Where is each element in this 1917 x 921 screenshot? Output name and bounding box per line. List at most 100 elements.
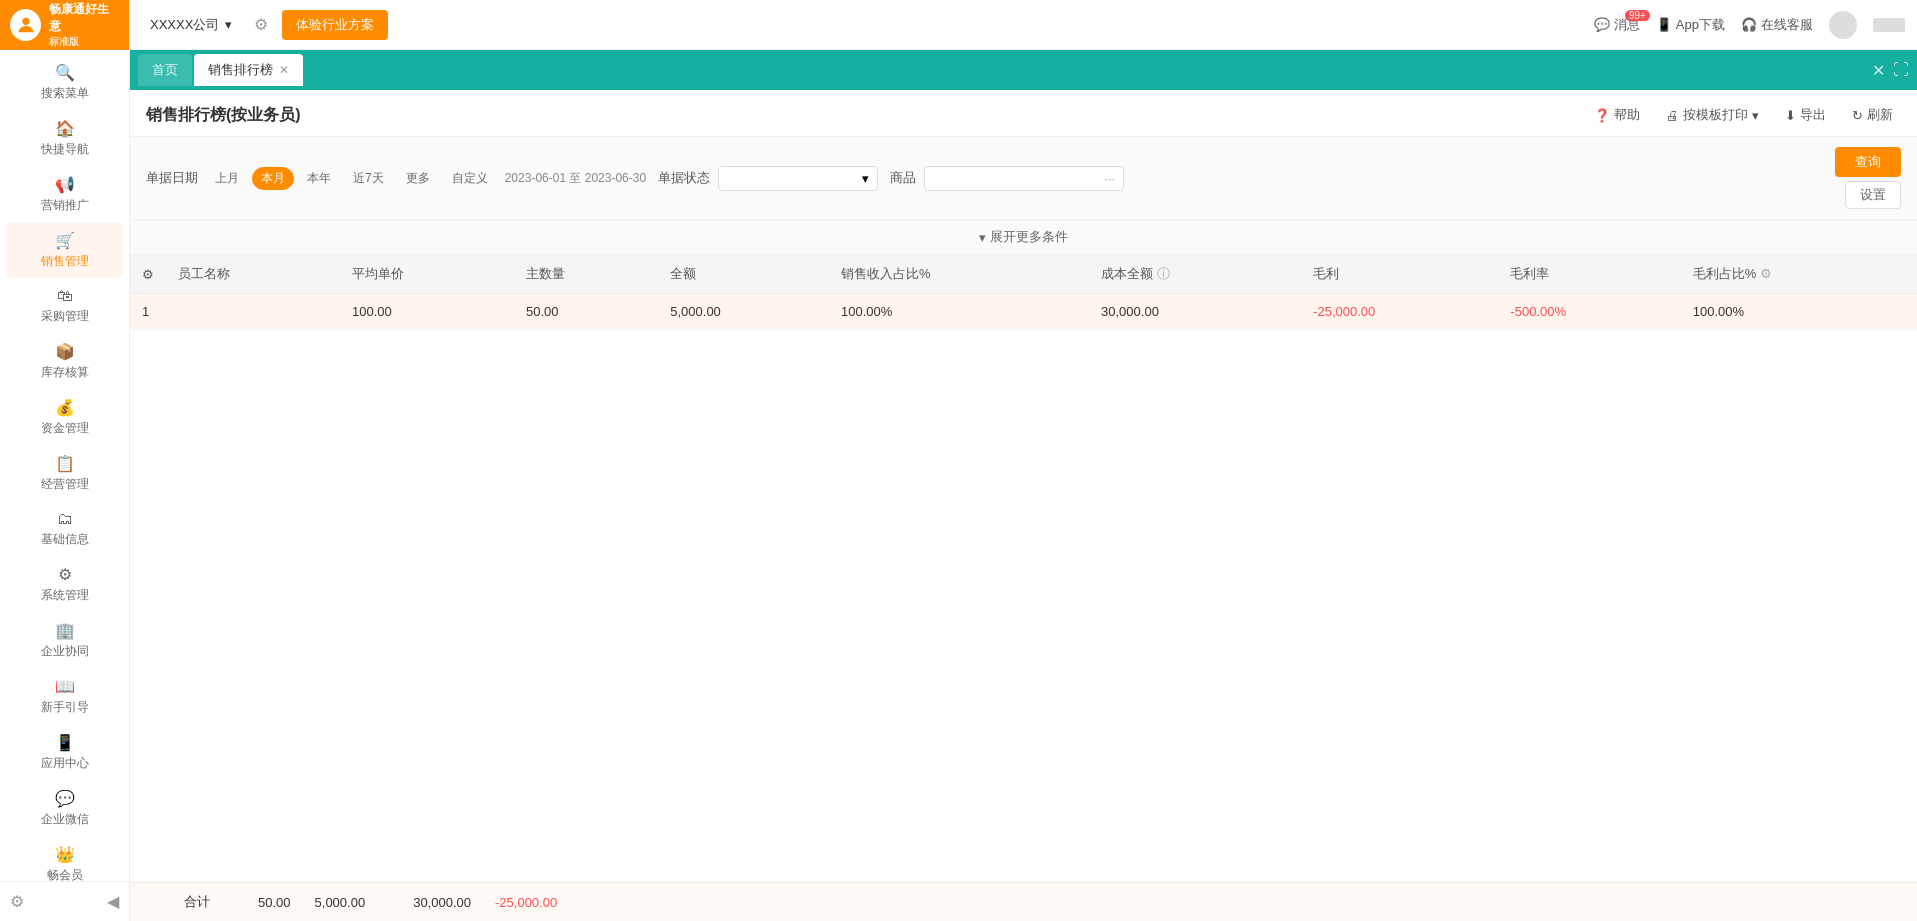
enterprise-icon: 🏢 [55,621,75,640]
pill-current-month[interactable]: 本月 [252,167,294,190]
sidebar-footer: ⚙ ◀ [0,881,129,921]
chevron-down-icon: ▾ [225,17,232,32]
sales-icon: 🛒 [55,231,75,250]
status-filter-group: 单据状态 ▾ [658,166,878,191]
sidebar-item-enterprise[interactable]: 🏢 企业协同 [6,613,123,668]
tab-sales-ranking[interactable]: 销售排行榜 ✕ [194,54,303,86]
topbar-right: 💬 消息 99+ 📱 App下载 🎧 在线客服 [1594,11,1905,39]
date-filter-group: 单据日期 上月 本月 本年 近7天 更多 自定义 2023-06-01 至 20… [146,167,646,190]
company-selector[interactable]: XXXXX公司 ▾ [142,12,240,38]
messages-btn[interactable]: 💬 消息 99+ [1594,16,1640,34]
apps-icon: 📱 [55,733,75,752]
col-profit-rate: 毛利率 [1498,255,1680,294]
company-name: XXXXX公司 [150,16,219,34]
sidebar-item-sales[interactable]: 🛒 销售管理 [6,223,123,278]
online-service-btn[interactable]: 🎧 在线客服 [1741,16,1813,34]
tab-close-btn[interactable]: ✕ [279,63,289,77]
tab-fullscreen-btn[interactable]: ⛶ [1893,61,1909,80]
cell-profit: -25,000.00 [1301,294,1498,330]
print-btn[interactable]: 🖨 按模板打印 ▾ [1658,102,1767,128]
col-cost: 成本全额 ⓘ [1089,255,1301,294]
col-amount: 全额 [658,255,829,294]
refresh-btn[interactable]: ↻ 刷新 [1844,102,1901,128]
tabbar: 首页 销售排行榜 ✕ ✕ ⛶ [130,50,1917,90]
goods-input[interactable]: ··· [924,166,1124,191]
sidebar-item-label: 营销推广 [41,197,89,214]
topbar: XXXXX公司 ▾ ⚙ 体验行业方案 💬 消息 99+ 📱 App下载 🎧 在线… [130,0,1917,50]
purchase-icon: 🛍 [57,287,73,305]
footer-label: 合计 [172,893,222,911]
message-badge: 99+ [1625,10,1650,21]
sidebar-collapse-btn[interactable]: ◀ [107,892,119,911]
cost-info-icon[interactable]: ⓘ [1157,266,1170,281]
app-download-btn[interactable]: 📱 App下载 [1656,16,1725,34]
col-sales-pct: 销售收入占比% [829,255,1089,294]
page-actions: ❓ 帮助 🖨 按模板打印 ▾ ⬇ 导出 ↻ 刷新 [1586,102,1901,128]
tab-home[interactable]: 首页 [138,54,192,86]
col-quantity: 主数量 [514,255,658,294]
sidebar-item-search[interactable]: 🔍 搜索菜单 [6,55,123,110]
cell-sales-pct: 100.00% [829,294,1089,330]
user-avatar[interactable] [1829,11,1857,39]
sidebar-item-label: 快捷导航 [41,141,89,158]
cell-profit-rate: -500.00% [1498,294,1680,330]
filter-settings-button[interactable]: 设置 [1845,181,1901,209]
sidebar-item-member[interactable]: 👑 畅会员 [6,837,123,881]
sidebar-item-label: 资金管理 [41,420,89,437]
sidebar-item-guide[interactable]: 📖 新手引导 [6,669,123,724]
guide-icon: 📖 [55,677,75,696]
col-avg-price: 平均单价 [340,255,514,294]
main-area: XXXXX公司 ▾ ⚙ 体验行业方案 💬 消息 99+ 📱 App下载 🎧 在线… [130,0,1917,921]
sidebar-item-system[interactable]: ⚙ 系统管理 [6,557,123,612]
sidebar-item-apps[interactable]: 📱 应用中心 [6,725,123,780]
sidebar-item-shortcut[interactable]: 🏠 快捷导航 [6,111,123,166]
expand-conditions-btn[interactable]: ▾ 展开更多条件 [969,224,1078,250]
footer-amount: 5,000.00 [303,895,378,910]
pill-last-month[interactable]: 上月 [206,167,248,190]
tab-close-all-btn[interactable]: ✕ [1872,61,1885,80]
sidebar: 畅康通好生意 标准版 🔍 搜索菜单 🏠 快捷导航 📢 营销推广 🛒 销售管理 🛍… [0,0,130,921]
print-chevron-icon: ▾ [1752,108,1759,123]
help-btn[interactable]: ❓ 帮助 [1586,102,1648,128]
status-chevron-icon: ▾ [862,171,869,186]
profit-pct-info-icon[interactable]: ⚙ [1760,266,1772,281]
sidebar-item-label: 销售管理 [41,253,89,270]
pill-more[interactable]: 更多 [397,167,439,190]
topbar-gear-btn[interactable]: ⚙ [250,11,272,38]
download-icon: 📱 [1656,17,1672,32]
sidebar-item-wechat[interactable]: 💬 企业微信 [6,781,123,836]
trial-button[interactable]: 体验行业方案 [282,10,388,40]
status-select[interactable]: ▾ [718,166,878,191]
cell-rank: 1 [130,294,166,330]
footer-cost: 30,000.00 [401,895,483,910]
message-icon: 💬 [1594,17,1610,32]
date-filter-pills: 上月 本月 本年 近7天 更多 自定义 [206,167,497,190]
cell-amount: 5,000.00 [658,294,829,330]
operations-icon: 📋 [55,454,75,473]
query-button[interactable]: 查询 [1835,147,1901,177]
export-label: 导出 [1800,106,1826,124]
chevron-down-expand-icon: ▾ [979,230,986,245]
app-download-label: App下载 [1676,16,1725,34]
filter-bar: 单据日期 上月 本月 本年 近7天 更多 自定义 2023-06-01 至 20… [130,137,1917,220]
sidebar-item-operations[interactable]: 📋 经营管理 [6,446,123,501]
sidebar-item-purchase[interactable]: 🛍 采购管理 [6,279,123,333]
pill-7days[interactable]: 近7天 [344,167,393,190]
sidebar-item-basic[interactable]: 🗂 基础信息 [6,502,123,556]
cell-avg-price: 100.00 [340,294,514,330]
export-btn[interactable]: ⬇ 导出 [1777,102,1834,128]
sidebar-item-marketing[interactable]: 📢 营销推广 [6,167,123,222]
basic-icon: 🗂 [57,510,73,528]
pill-current-year[interactable]: 本年 [298,167,340,190]
sidebar-nav: 🔍 搜索菜单 🏠 快捷导航 📢 营销推广 🛒 销售管理 🛍 采购管理 📦 库存核… [0,50,129,881]
sidebar-item-inventory[interactable]: 📦 库存核算 [6,334,123,389]
sidebar-settings-btn[interactable]: ⚙ [10,892,24,911]
svg-point-0 [22,18,29,25]
refresh-label: 刷新 [1867,106,1893,124]
col-profit: 毛利 [1301,255,1498,294]
pill-custom[interactable]: 自定义 [443,167,497,190]
status-filter-label: 单据状态 [658,169,710,187]
settings-col-icon[interactable]: ⚙ [142,267,154,282]
user-name-display [1873,18,1905,32]
sidebar-item-finance[interactable]: 💰 资金管理 [6,390,123,445]
